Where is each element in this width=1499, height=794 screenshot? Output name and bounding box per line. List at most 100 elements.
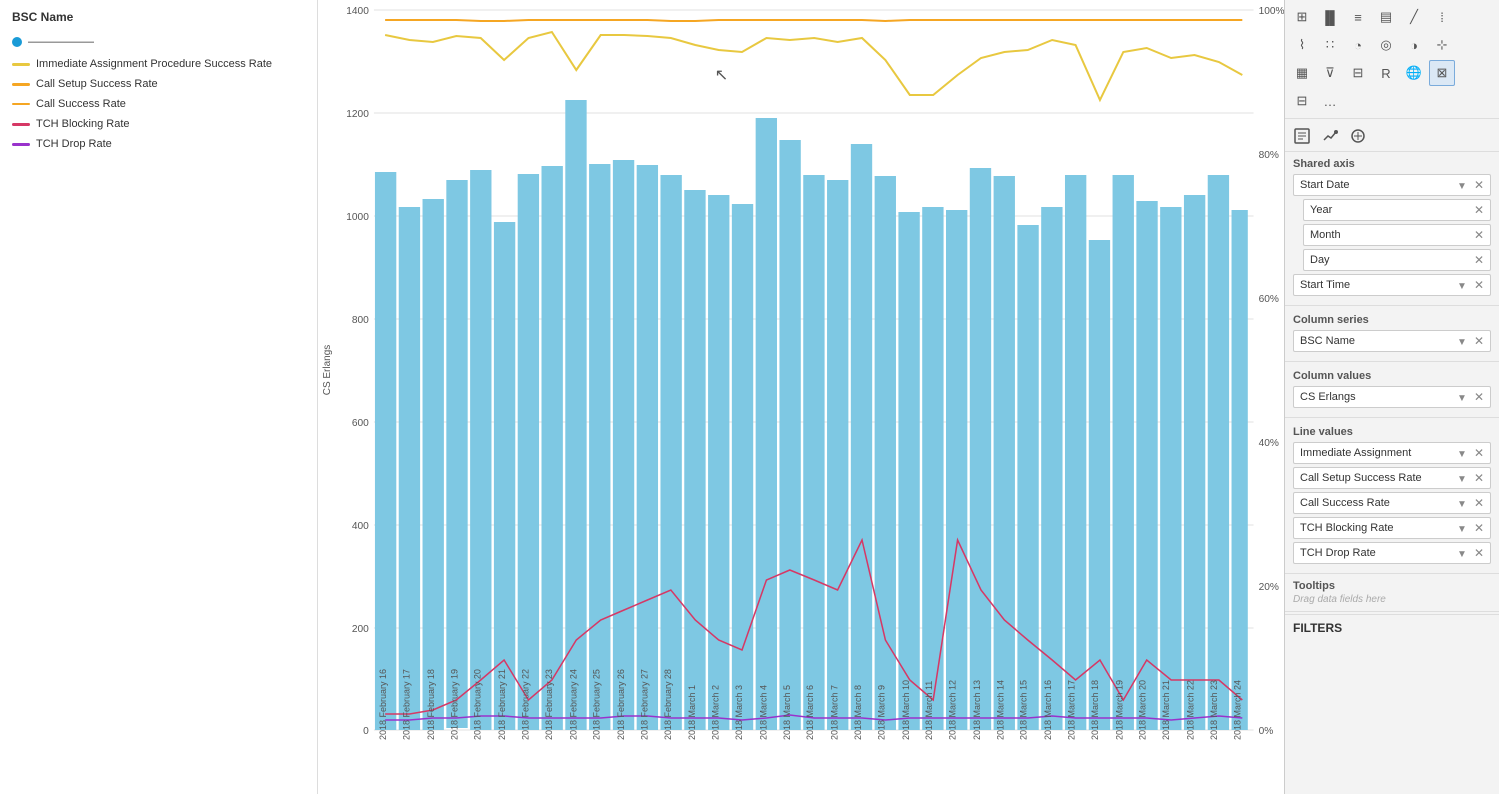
remove-month-icon[interactable]: ✕ xyxy=(1474,228,1484,242)
svg-text:2018 February 24: 2018 February 24 xyxy=(568,669,578,740)
line-chart-icon-btn[interactable]: ╱ xyxy=(1401,4,1427,30)
svg-text:2018 February 25: 2018 February 25 xyxy=(592,669,602,740)
dropdown-icon-7[interactable]: ▼ xyxy=(1457,499,1467,510)
field-cs-erlangs[interactable]: CS Erlangs ▼ ✕ xyxy=(1293,386,1491,408)
viz-controls-row xyxy=(1285,119,1499,152)
remove-call-setup-icon[interactable]: ✕ xyxy=(1474,471,1484,485)
dropdown-icon-9[interactable]: ▼ xyxy=(1457,549,1467,560)
legend-line-call-setup xyxy=(12,83,30,86)
remove-tch-blocking-icon[interactable]: ✕ xyxy=(1474,521,1484,535)
svg-text:2018 March 9: 2018 March 9 xyxy=(876,685,886,740)
bar-1 xyxy=(375,172,396,730)
bar-11 xyxy=(613,160,634,730)
field-tch-drop-label: TCH Drop Rate xyxy=(1300,547,1376,559)
remove-tch-drop-icon[interactable]: ✕ xyxy=(1474,546,1484,560)
remove-cs-erlangs-icon[interactable]: ✕ xyxy=(1474,390,1484,404)
legend-line-call-success xyxy=(12,103,30,105)
y-label-1200: 1200 xyxy=(346,109,369,120)
remove-day-icon[interactable]: ✕ xyxy=(1474,253,1484,267)
field-start-date-controls: ▼ ✕ xyxy=(1455,178,1484,192)
combo-chart-icon-btn[interactable]: ⊠ xyxy=(1429,60,1455,86)
bar-23 xyxy=(898,212,919,730)
field-call-success-rate[interactable]: Call Success Rate ▼ ✕ xyxy=(1293,492,1491,514)
remove-call-success-icon[interactable]: ✕ xyxy=(1474,496,1484,510)
svg-text:2018 March 22: 2018 March 22 xyxy=(1185,680,1195,740)
dropdown-icon-6[interactable]: ▼ xyxy=(1457,474,1467,485)
svg-text:2018 March 12: 2018 March 12 xyxy=(947,680,957,740)
dot-grid-icon-btn[interactable]: ⁞ xyxy=(1429,4,1455,30)
svg-text:2018 February 23: 2018 February 23 xyxy=(544,669,554,740)
field-start-time[interactable]: Start Time ▼ ✕ xyxy=(1293,274,1491,296)
scatter-icon-btn[interactable]: ∷ xyxy=(1317,32,1343,58)
funnel-icon-btn[interactable]: ⊽ xyxy=(1317,60,1343,86)
analytics-icon-btn[interactable] xyxy=(1317,123,1343,149)
field-bsc-name[interactable]: BSC Name ▼ ✕ xyxy=(1293,330,1491,352)
dropdown-icon-3[interactable]: ▼ xyxy=(1457,337,1467,348)
remove-year-icon[interactable]: ✕ xyxy=(1474,203,1484,217)
chart-area: 1400 1200 1000 800 600 400 200 0 100% 80… xyxy=(318,0,1284,794)
pie-icon-btn[interactable]: ◔ xyxy=(1345,32,1371,58)
line-values-title: Line values xyxy=(1293,426,1491,438)
right-panel: ⊞ ▐▌ ≡ ▤ ╱ ⁞ ⌇ ∷ ◔ ◎ ◑ ⊹ ▦ ⊽ ⊟ R 🌐 ⊠ ⊟ … xyxy=(1284,0,1499,794)
area-chart-icon-btn[interactable]: ⌇ xyxy=(1289,32,1315,58)
dropdown-icon-2[interactable]: ▼ xyxy=(1457,281,1467,292)
remove-bsc-name-icon[interactable]: ✕ xyxy=(1474,334,1484,348)
remove-start-time-icon[interactable]: ✕ xyxy=(1474,278,1484,292)
field-year-label: Year xyxy=(1310,204,1332,216)
field-cs-erlangs-label: CS Erlangs xyxy=(1300,391,1356,403)
stacked-bar-icon-btn[interactable]: ≡ xyxy=(1345,4,1371,30)
svg-text:2018 February 22: 2018 February 22 xyxy=(520,669,530,740)
more-visuals-btn[interactable]: … xyxy=(1317,88,1343,114)
bar-27 xyxy=(994,176,1015,730)
waterfall-icon-btn[interactable]: ⊟ xyxy=(1345,60,1371,86)
icon-toolbar: ⊞ ▐▌ ≡ ▤ ╱ ⁞ ⌇ ∷ ◔ ◎ ◑ ⊹ ▦ ⊽ ⊟ R 🌐 ⊠ ⊟ … xyxy=(1285,0,1499,119)
legend-line-tch-drop xyxy=(12,143,30,146)
dropdown-icon-4[interactable]: ▼ xyxy=(1457,393,1467,404)
gauge-icon-btn[interactable]: ◑ xyxy=(1401,32,1427,58)
ribbon-icon-btn[interactable]: R xyxy=(1373,60,1399,86)
field-month[interactable]: Month ✕ xyxy=(1303,224,1491,246)
field-start-date-label: Start Date xyxy=(1300,179,1350,191)
field-call-setup-label: Call Setup Success Rate xyxy=(1300,472,1422,484)
dropdown-icon[interactable]: ▼ xyxy=(1457,181,1467,192)
field-tch-drop-controls: ▼ ✕ xyxy=(1455,546,1484,560)
fields-icon-btn[interactable] xyxy=(1345,123,1371,149)
field-year[interactable]: Year ✕ xyxy=(1303,199,1491,221)
bars-group xyxy=(375,100,1248,730)
legend-item-call-success: Call Success Rate xyxy=(12,98,305,110)
field-immediate-assignment[interactable]: Immediate Assignment ▼ ✕ xyxy=(1293,442,1491,464)
bar-2 xyxy=(399,207,420,730)
line-call-setup xyxy=(385,20,1242,21)
format-icon-btn[interactable] xyxy=(1289,123,1315,149)
field-call-setup[interactable]: Call Setup Success Rate ▼ ✕ xyxy=(1293,467,1491,489)
y-label-1400: 1400 xyxy=(346,6,369,17)
svg-text:2018 February 28: 2018 February 28 xyxy=(663,669,673,740)
bar-4 xyxy=(446,180,467,728)
bar-chart-icon-btn[interactable]: ▐▌ xyxy=(1317,4,1343,30)
100pct-bar-icon-btn[interactable]: ▤ xyxy=(1373,4,1399,30)
y-right-0: 0% xyxy=(1259,726,1274,737)
map-icon-btn[interactable]: ⊹ xyxy=(1429,32,1455,58)
globe-icon-btn[interactable]: 🌐 xyxy=(1401,60,1427,86)
legend-item-tch-drop: TCH Drop Rate xyxy=(12,138,305,150)
dropdown-icon-8[interactable]: ▼ xyxy=(1457,524,1467,535)
icon-row-1: ⊞ ▐▌ ≡ ▤ ╱ ⁞ xyxy=(1289,4,1495,30)
field-tch-drop[interactable]: TCH Drop Rate ▼ ✕ xyxy=(1293,542,1491,564)
kpi-icon-btn[interactable]: ⊟ xyxy=(1289,88,1315,114)
field-month-label: Month xyxy=(1310,229,1341,241)
divider-3 xyxy=(1285,417,1499,418)
svg-text:2018 February 20: 2018 February 20 xyxy=(473,669,483,740)
field-start-date[interactable]: Start Date ▼ ✕ xyxy=(1293,174,1491,196)
treemap-icon-btn[interactable]: ▦ xyxy=(1289,60,1315,86)
svg-text:2018 March 21: 2018 March 21 xyxy=(1161,680,1171,740)
table-icon-btn[interactable]: ⊞ xyxy=(1289,4,1315,30)
y-axis-title: CS Erlangs xyxy=(322,345,333,396)
field-tch-blocking[interactable]: TCH Blocking Rate ▼ ✕ xyxy=(1293,517,1491,539)
remove-immediate-icon[interactable]: ✕ xyxy=(1474,446,1484,460)
field-day[interactable]: Day ✕ xyxy=(1303,249,1491,271)
dropdown-icon-5[interactable]: ▼ xyxy=(1457,449,1467,460)
bsc-legend-item: —————— xyxy=(12,36,305,48)
line-values-section: Line values Immediate Assignment ▼ ✕ Cal… xyxy=(1285,420,1499,571)
remove-start-date-icon[interactable]: ✕ xyxy=(1474,178,1484,192)
donut-icon-btn[interactable]: ◎ xyxy=(1373,32,1399,58)
